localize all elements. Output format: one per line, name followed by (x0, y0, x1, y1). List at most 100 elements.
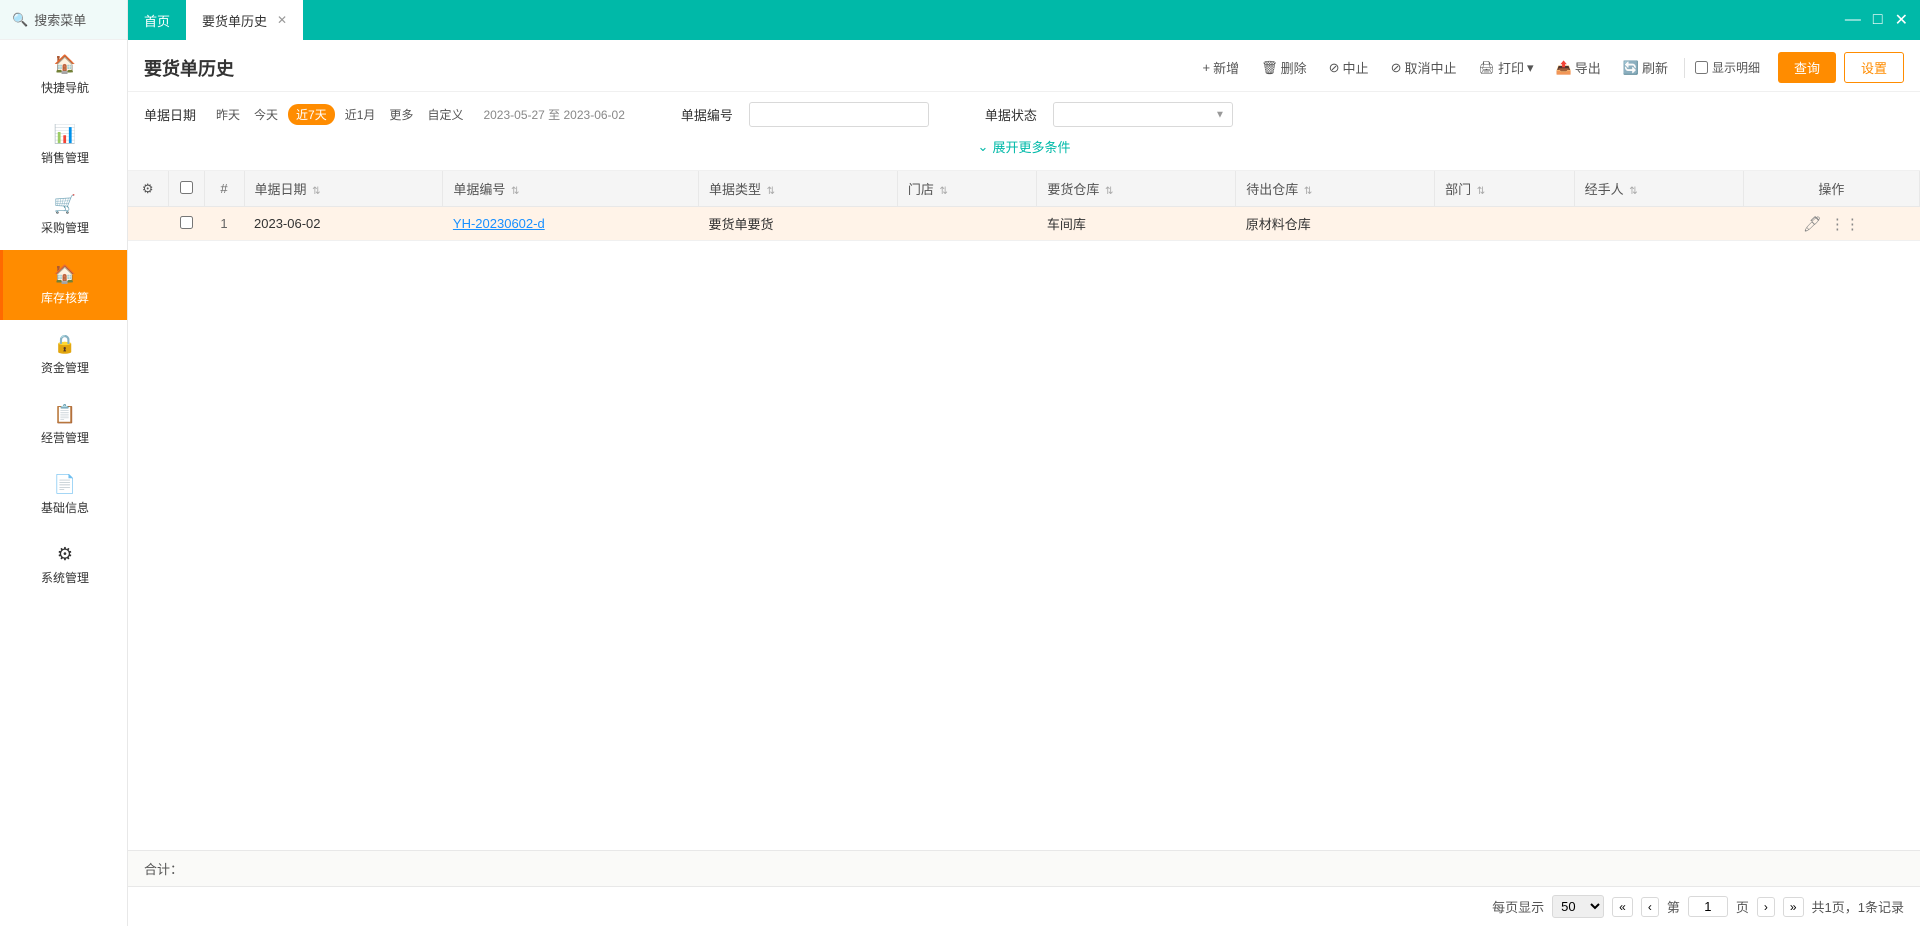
settings-button[interactable]: 设置 (1844, 52, 1904, 83)
row-num: 1 (204, 207, 244, 241)
refresh-button[interactable]: 🔄 刷新 (1617, 54, 1674, 81)
toolbar-separator (1684, 58, 1685, 78)
per-page-select[interactable]: 10 20 50 100 (1552, 895, 1604, 918)
date-btn-today[interactable]: 今天 (250, 104, 282, 125)
stop-button[interactable]: ⊘ 中止 (1323, 54, 1375, 81)
topbar: 首页 要货单历史 ✕ — □ ✕ (128, 0, 1920, 40)
row-bill-no[interactable]: YH-20230602-d (443, 207, 699, 241)
date-btn-more[interactable]: 更多 (385, 104, 417, 125)
display-detail-toggle[interactable]: 显示明细 (1695, 59, 1760, 76)
col-bill-type[interactable]: 单据类型 ⇅ (698, 171, 897, 207)
select-all-checkbox[interactable] (180, 181, 193, 194)
prev-page-button[interactable]: ‹ (1641, 897, 1659, 917)
stop-icon: ⊘ (1329, 60, 1340, 76)
col-store[interactable]: 门店 ⇅ (897, 171, 1036, 207)
row-checkbox-cell[interactable] (168, 207, 204, 241)
tab-home[interactable]: 首页 (128, 0, 186, 40)
col-date[interactable]: 单据日期 ⇅ (244, 171, 443, 207)
sidebar-item-system[interactable]: ⚙ 系统管理 (0, 530, 127, 600)
search-menu-item[interactable]: 🔍 搜索菜单 (0, 0, 127, 40)
page-input[interactable] (1688, 896, 1728, 917)
sidebar-item-label: 采购管理 (41, 219, 89, 236)
delete-button[interactable]: 🗑 删除 (1255, 54, 1313, 81)
close-icon[interactable]: ✕ (1895, 10, 1908, 30)
refresh-icon: 🔄 (1623, 60, 1639, 76)
export-button[interactable]: 📤 导出 (1550, 54, 1607, 81)
status-select-wrap (1053, 102, 1233, 127)
sidebar-item-purchase[interactable]: 🛒 采购管理 (0, 180, 127, 250)
display-detail-checkbox[interactable] (1695, 61, 1708, 74)
page-suffix: 页 (1736, 897, 1749, 916)
row-settings (128, 207, 168, 241)
col-checkbox (168, 171, 204, 207)
sidebar-item-label: 资金管理 (41, 359, 89, 376)
cancel-stop-button[interactable]: ⊘ 取消中止 (1385, 54, 1463, 81)
cart-icon: 🛒 (54, 194, 76, 215)
export-icon: 📤 (1556, 60, 1572, 76)
display-detail-label: 显示明细 (1712, 59, 1760, 76)
next-page-button[interactable]: › (1757, 897, 1775, 917)
gear-icon: ⚙ (57, 544, 73, 565)
sidebar-item-operations[interactable]: 📋 经营管理 (0, 390, 127, 460)
per-page-label: 每页显示 (1492, 897, 1544, 916)
action-icons: 🖊 ⋮⋮ (1753, 215, 1909, 233)
sidebar-item-label: 库存核算 (41, 289, 89, 306)
print-button[interactable]: 🖨 打印 ▾ (1472, 54, 1539, 81)
sidebar-item-label: 快捷导航 (41, 79, 89, 96)
col-handler[interactable]: 经手人 ⇅ (1574, 171, 1743, 207)
sidebar-item-finance[interactable]: 🔒 资金管理 (0, 320, 127, 390)
export-label: 导出 (1575, 58, 1601, 77)
sidebar-item-quick-nav[interactable]: 🏠 快捷导航 (0, 40, 127, 110)
page-content: 要货单历史 + 新增 🗑 删除 ⊘ 中止 ⊘ 取消中止 (128, 40, 1920, 926)
col-bill-no[interactable]: 单据编号 ⇅ (443, 171, 699, 207)
table-body: 1 2023-06-02 YH-20230602-d 要货单要货 车间库 原材料… (128, 207, 1920, 241)
row-store (897, 207, 1036, 241)
table-row[interactable]: 1 2023-06-02 YH-20230602-d 要货单要货 车间库 原材料… (128, 207, 1920, 241)
query-button[interactable]: 查询 (1778, 52, 1836, 83)
expand-more-button[interactable]: ⌄ 展开更多条件 (978, 137, 1071, 156)
home-icon: 🏠 (54, 54, 76, 75)
date-btn-custom[interactable]: 自定义 (423, 104, 467, 125)
refresh-label: 刷新 (1642, 58, 1668, 77)
new-button[interactable]: + 新增 (1197, 54, 1246, 81)
minimize-icon[interactable]: — (1845, 11, 1861, 29)
sidebar-item-label: 销售管理 (41, 149, 89, 166)
more-icon[interactable]: ⋮⋮ (1830, 215, 1860, 233)
total-info: 共1页，1条记录 (1812, 897, 1904, 916)
col-action: 操作 (1743, 171, 1919, 207)
sidebar: 🔍 搜索菜单 🏠 快捷导航 📊 销售管理 🛒 采购管理 🏠 库存核算 🔒 资金管… (0, 0, 128, 926)
date-filter-buttons: 昨天 今天 近7天 近1月 更多 自定义 (212, 104, 467, 125)
cancel-stop-icon: ⊘ (1391, 60, 1402, 76)
inventory-icon: 🏠 (54, 264, 76, 285)
bill-no-input[interactable] (749, 102, 929, 127)
new-label: 新增 (1213, 58, 1239, 77)
tab-home-label: 首页 (144, 11, 170, 30)
print-label: 打印 (1498, 58, 1524, 77)
status-select[interactable] (1053, 102, 1233, 127)
col-pending-warehouse[interactable]: 待出仓库 ⇅ (1236, 171, 1435, 207)
summary-label: 合计： (144, 859, 183, 878)
maximize-icon[interactable]: □ (1873, 11, 1883, 29)
col-department[interactable]: 部门 ⇅ (1435, 171, 1574, 207)
stop-label: 中止 (1343, 58, 1369, 77)
main-area: 首页 要货单历史 ✕ — □ ✕ 要货单历史 + 新增 🗑 删除 (128, 0, 1920, 926)
edit-icon[interactable]: 🖊 (1803, 215, 1822, 233)
date-btn-7days[interactable]: 近7天 (288, 104, 335, 125)
row-checkbox[interactable] (180, 216, 193, 229)
sidebar-item-inventory[interactable]: 🏠 库存核算 (0, 250, 127, 320)
filter-row-1: 单据日期 昨天 今天 近7天 近1月 更多 自定义 2023-05-27 至 2… (144, 102, 1904, 127)
chart-icon: 📊 (54, 124, 76, 145)
bill-no-link[interactable]: YH-20230602-d (453, 216, 545, 231)
date-btn-1month[interactable]: 近1月 (341, 104, 380, 125)
col-req-warehouse[interactable]: 要货仓库 ⇅ (1037, 171, 1236, 207)
tab-requisition-label: 要货单历史 (202, 11, 267, 30)
col-settings[interactable]: ⚙ (128, 171, 168, 207)
date-btn-yesterday[interactable]: 昨天 (212, 104, 244, 125)
last-page-button[interactable]: » (1783, 897, 1804, 917)
first-page-button[interactable]: « (1612, 897, 1633, 917)
tab-close-icon[interactable]: ✕ (277, 13, 287, 27)
sidebar-item-basic-info[interactable]: 📄 基础信息 (0, 460, 127, 530)
tab-requisition-history[interactable]: 要货单历史 ✕ (186, 0, 303, 40)
sidebar-item-sales[interactable]: 📊 销售管理 (0, 110, 127, 180)
date-range-display: 2023-05-27 至 2023-06-02 (483, 106, 624, 123)
